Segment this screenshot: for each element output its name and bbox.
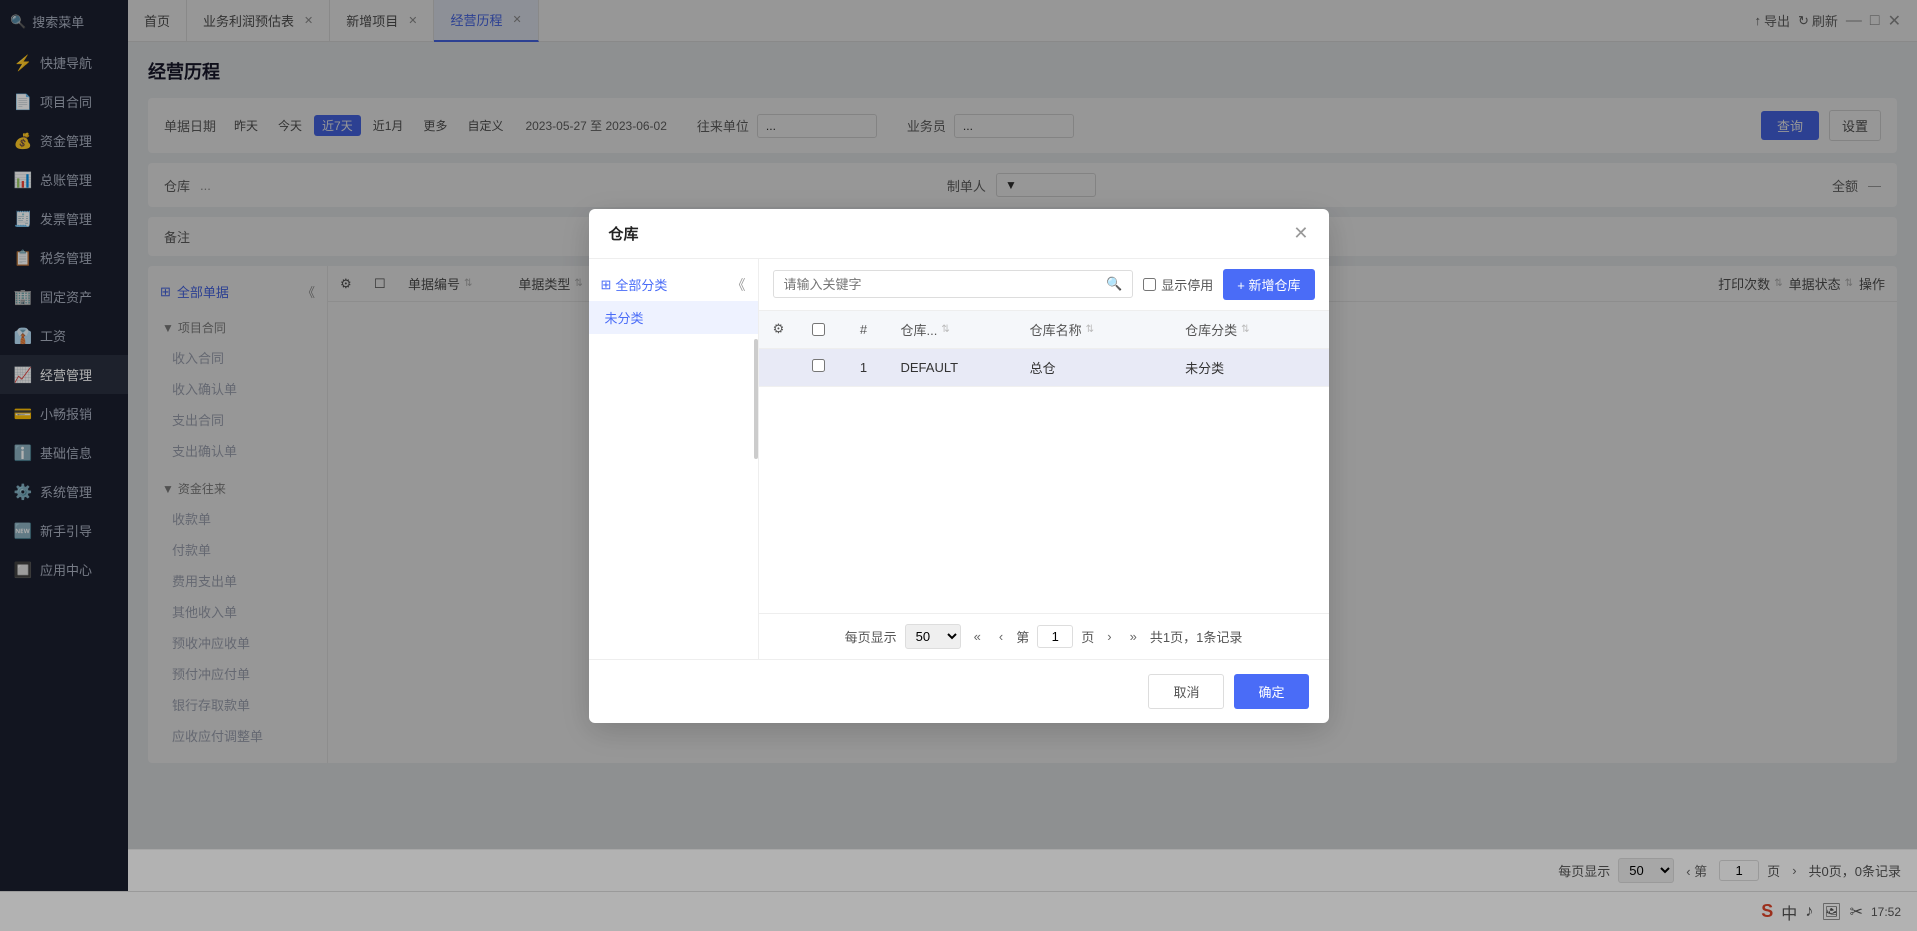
col-settings-icon[interactable]: ⚙ [759,312,799,346]
dialog-close-btn[interactable]: ✕ [1293,223,1308,244]
dialog-page-input[interactable] [1037,625,1073,648]
show-disabled-label: 显示停用 [1161,275,1213,294]
dialog-page-unit: 页 [1081,627,1094,646]
dialog-next-page-btn[interactable]: › [1102,627,1116,646]
dialog-per-page-select[interactable]: 50 100 [905,624,961,649]
dialog-pagination: 每页显示 50 100 « ‹ 第 页 › » 共1页，1条记录 [759,613,1329,659]
col-category-sort: ⇅ [1241,324,1249,335]
dialog-last-page-btn[interactable]: » [1125,627,1142,646]
all-category-label: 全部分类 [615,275,667,294]
col-code-label: 仓库... [901,320,938,339]
dialog-first-page-btn[interactable]: « [969,627,986,646]
table-settings-icon: ⚙ [773,321,785,337]
row-settings [759,358,799,376]
col-name-sort: ⇅ [1086,324,1094,335]
col-number: # [839,313,889,346]
show-disabled-checkbox[interactable]: 显示停用 [1143,275,1213,294]
dialog-cancel-btn[interactable]: 取消 [1148,674,1224,709]
row-number: 1 [839,351,889,384]
col-category-header[interactable]: 仓库分类 ⇅ [1173,311,1328,348]
dialog-search-box[interactable]: 🔍 [773,270,1134,298]
dialog-actions: 取消 确定 [589,659,1329,723]
col-code-header[interactable]: 仓库... ⇅ [889,311,1018,348]
dialog-right-panel: 🔍 显示停用 + 新增仓库 ⚙ # [759,259,1329,659]
dialog-search-input[interactable] [784,277,1101,292]
select-all-check[interactable] [812,323,825,336]
dialog-header: 仓库 ✕ [589,209,1329,259]
col-category-label: 仓库分类 [1185,320,1237,339]
left-item-unclassified[interactable]: 未分类 [589,301,758,334]
col-name-header[interactable]: 仓库名称 ⇅ [1018,311,1173,348]
dialog-total-info: 共1页，1条记录 [1150,627,1242,646]
row-checkbox[interactable] [799,350,839,384]
all-category-btn[interactable]: ⊞ 全部分类 [601,275,668,294]
dialog-table-header: ⚙ # 仓库... ⇅ 仓库名称 ⇅ 仓库分类 [759,311,1329,349]
row-name: 总仓 [1018,349,1173,386]
table-row[interactable]: 1 DEFAULT 总仓 未分类 [759,349,1329,387]
dialog-table: ⚙ # 仓库... ⇅ 仓库名称 ⇅ 仓库分类 [759,311,1329,613]
grid-icon-2: ⊞ [601,277,612,293]
add-warehouse-btn[interactable]: + 新增仓库 [1223,269,1314,300]
row-category: 未分类 [1173,349,1328,386]
col-code-sort: ⇅ [941,324,949,335]
show-disabled-input[interactable] [1143,278,1156,291]
dialog-page-label: 第 [1016,627,1029,646]
dialog-left-panel: ⊞ 全部分类 《 未分类 [589,259,759,659]
col-select-all[interactable] [799,314,839,345]
dialog-prev-page-btn[interactable]: ‹ [994,627,1008,646]
dialog-left-header: ⊞ 全部分类 《 [589,269,758,301]
left-panel-scrollbar[interactable] [754,339,758,459]
dialog-body: ⊞ 全部分类 《 未分类 🔍 显示停用 + 新增仓库 [589,259,1329,659]
left-panel-collapse-btn[interactable]: 《 [732,275,746,295]
warehouse-dialog: 仓库 ✕ ⊞ 全部分类 《 未分类 🔍 [589,209,1329,723]
dialog-title: 仓库 [609,223,639,244]
dialog-confirm-btn[interactable]: 确定 [1234,674,1308,709]
row-check-input[interactable] [812,359,825,372]
dialog-per-page-label: 每页显示 [845,627,897,646]
col-name-label: 仓库名称 [1030,320,1082,339]
search-icon-2: 🔍 [1106,276,1122,292]
row-code: DEFAULT [889,351,1018,384]
dialog-toolbar: 🔍 显示停用 + 新增仓库 [759,259,1329,311]
